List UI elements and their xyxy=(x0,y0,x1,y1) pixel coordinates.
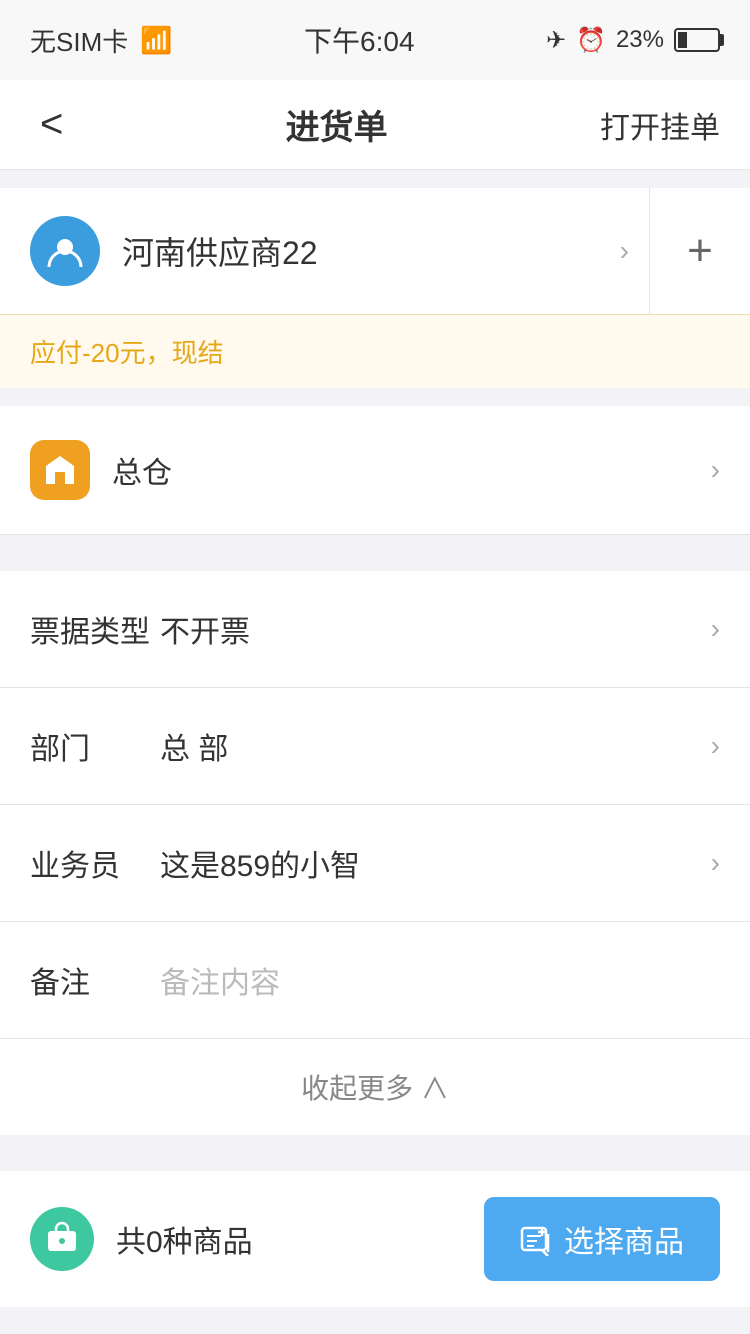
add-supplier-button[interactable]: + xyxy=(650,188,750,314)
supplier-name: 河南供应商22 xyxy=(122,228,610,274)
salesperson-value: 这是859的小智 xyxy=(160,841,711,885)
wifi-icon: 📶 xyxy=(140,25,172,56)
form-item-department[interactable]: 部门 总 部 › xyxy=(0,688,750,805)
supplier-avatar xyxy=(30,216,100,286)
status-bar: 无SIM卡 📶 下午6:04 ✈ ⏰ 23% xyxy=(0,0,750,80)
form-item-salesperson[interactable]: 业务员 这是859的小智 › xyxy=(0,805,750,922)
divider-1 xyxy=(0,388,750,406)
select-product-icon xyxy=(520,1222,554,1256)
page-title: 进货单 xyxy=(286,100,388,149)
status-left: 无SIM卡 📶 xyxy=(30,22,173,59)
supplier-chevron-icon: › xyxy=(620,235,629,267)
status-right: ✈ ⏰ 23% xyxy=(546,26,720,55)
select-product-label: 选择商品 xyxy=(564,1217,684,1261)
remark-value[interactable]: 备注内容 xyxy=(160,958,720,1002)
content: 河南供应商22 › + 应付-20元，现结 总仓 › 票据类型 不开票 › 部门… xyxy=(0,188,750,1307)
divider-2 xyxy=(0,535,750,553)
supplier-selector[interactable]: 河南供应商22 › xyxy=(0,188,650,314)
battery-icon xyxy=(674,28,720,52)
battery-percent: 23% xyxy=(616,26,664,54)
invoice-chevron-icon: › xyxy=(711,613,720,645)
location-icon: ✈ xyxy=(546,26,566,55)
invoice-type-value: 不开票 xyxy=(160,607,711,651)
department-label: 部门 xyxy=(30,724,160,768)
remark-label: 备注 xyxy=(30,958,160,1002)
department-value: 总 部 xyxy=(160,724,711,768)
form-item-remark[interactable]: 备注 备注内容 xyxy=(0,922,750,1038)
product-icon xyxy=(30,1207,94,1271)
salesperson-label: 业务员 xyxy=(30,841,160,885)
warehouse-row[interactable]: 总仓 › xyxy=(0,406,750,535)
alarm-icon: ⏰ xyxy=(576,26,606,55)
collapse-bar[interactable]: 收起更多 ∧ xyxy=(0,1038,750,1135)
select-product-button[interactable]: 选择商品 xyxy=(484,1197,720,1281)
invoice-type-label: 票据类型 xyxy=(30,607,160,651)
status-time: 下午6:04 xyxy=(304,20,415,60)
form-section: 票据类型 不开票 › 部门 总 部 › 业务员 这是859的小智 › 备注 备注… xyxy=(0,571,750,1038)
bottom-section: 共0种商品 选择商品 xyxy=(0,1171,750,1307)
supplier-section: 河南供应商22 › + xyxy=(0,188,750,314)
open-pending-button[interactable]: 打开挂单 xyxy=(600,103,720,147)
warehouse-icon xyxy=(30,440,90,500)
form-item-invoice[interactable]: 票据类型 不开票 › xyxy=(0,571,750,688)
department-chevron-icon: › xyxy=(711,730,720,762)
product-count-label: 共0种商品 xyxy=(116,1217,484,1261)
notice-banner: 应付-20元，现结 xyxy=(0,314,750,388)
collapse-label: 收起更多 ∧ xyxy=(301,1067,449,1107)
warehouse-chevron-icon: › xyxy=(711,454,720,486)
warehouse-label: 总仓 xyxy=(112,448,711,492)
nav-bar: < 进货单 打开挂单 xyxy=(0,80,750,170)
divider-3 xyxy=(0,1135,750,1153)
salesperson-chevron-icon: › xyxy=(711,847,720,879)
back-button[interactable]: < xyxy=(30,92,73,157)
carrier-text: 无SIM卡 xyxy=(30,22,128,59)
